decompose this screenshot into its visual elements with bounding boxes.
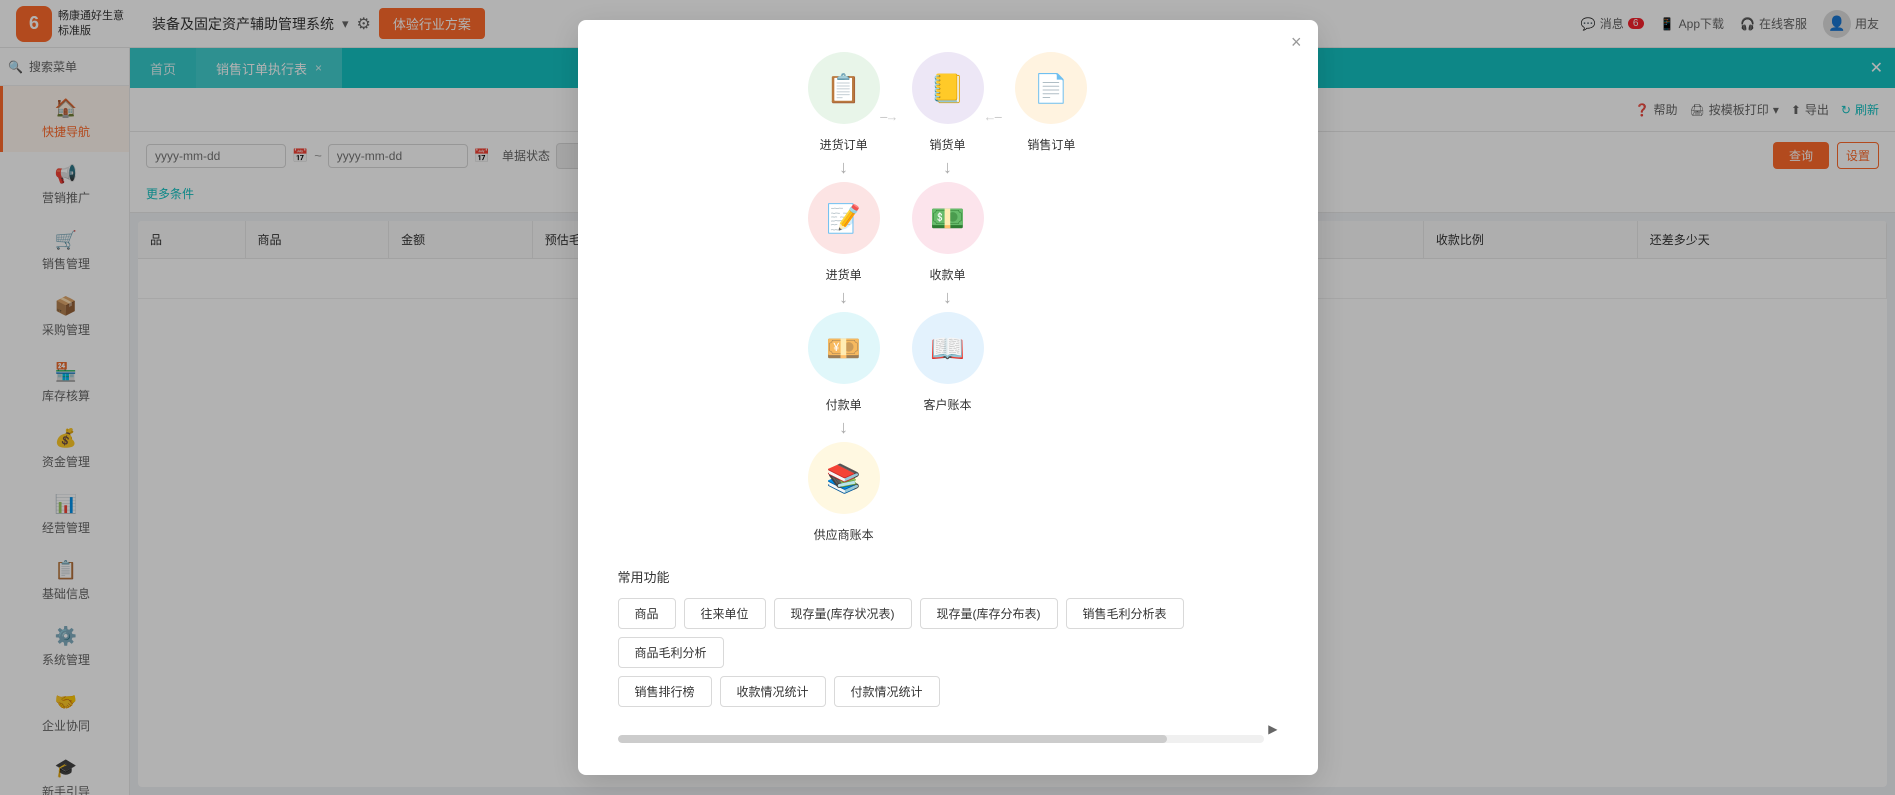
btn-payment-stat[interactable]: 付款情况统计 [834,676,940,707]
arrow-column-right: ← - - - [984,52,1000,152]
flow-node-purchase-order[interactable]: 📋 进货订单 [808,52,880,153]
flow-node-supplier-ledger[interactable]: 📚 供应商账本 [808,442,880,543]
arrow-down-5: ↓ [943,287,952,308]
supplier-ledger-icon: 📚 [826,462,861,495]
h-arrow-right: ← - - - [984,80,1000,152]
modal-overlay[interactable]: × 📋 进货订单 ↓ 📝 进货单 ↓ [0,0,1895,795]
flow-node-sale-bill[interactable]: 📒 销货单 [912,52,984,153]
sale-bill-circle: 📒 [912,52,984,124]
sale-order-label: 销售订单 [1027,136,1075,153]
payment-label: 付款单 [826,396,862,413]
flow-node-payment[interactable]: 💴 付款单 [808,312,880,413]
flow-node-sale-order[interactable]: 📄 销售订单 [1015,52,1087,153]
btn-sales-rank[interactable]: 销售排行榜 [618,676,712,707]
dotted-arrow-right: - - - → [880,109,896,124]
flow-diagram: 📋 进货订单 ↓ 📝 进货单 ↓ 💴 付款单 [618,52,1278,543]
modal-scroll-container: ▶ [618,715,1278,743]
arrow-down-3: ↓ [839,417,848,438]
purchase-bill-icon: 📝 [826,202,861,235]
purchase-order-icon: 📋 [826,72,861,105]
sale-order-icon: 📄 [1034,72,1069,105]
arrow-column-left: - - - → [880,52,896,152]
sale-order-circle: 📄 [1015,52,1087,124]
flow-node-customer-ledger[interactable]: 📖 客户账本 [912,312,984,413]
common-section: 常用功能 商品 往来单位 现存量(库存状况表) 现存量(库存分布表) 销售毛利分… [618,567,1278,707]
purchase-order-label: 进货订单 [820,136,868,153]
sale-bill-label: 销货单 [929,136,965,153]
common-section-title: 常用功能 [618,567,1278,586]
receipt-icon: 💵 [930,202,965,235]
scroll-right-arrow[interactable]: ▶ [1268,722,1277,736]
right-flow-column: 📄 销售订单 [1015,52,1087,153]
btn-stock-dist[interactable]: 现存量(库存分布表) [920,598,1058,629]
btn-partner[interactable]: 往来单位 [684,598,766,629]
btn-product-profit[interactable]: 商品毛利分析 [618,637,724,668]
purchase-order-circle: 📋 [808,52,880,124]
modal-scrollbar-thumb [618,735,1168,743]
sale-bill-icon: 📒 [930,72,965,105]
btn-receipt-stat[interactable]: 收款情况统计 [720,676,826,707]
modal-scrollbar[interactable] [618,735,1265,743]
middle-left-flow-column: 📒 销货单 ↓ 💵 收款单 ↓ 📖 客户账本 [912,52,984,413]
customer-ledger-circle: 📖 [912,312,984,384]
payment-icon: 💴 [826,332,861,365]
modal-close-button[interactable]: × [1291,32,1302,53]
flow-node-purchase-bill[interactable]: 📝 进货单 [808,182,880,283]
btn-product[interactable]: 商品 [618,598,676,629]
customer-ledger-label: 客户账本 [923,396,971,413]
flow-modal: × 📋 进货订单 ↓ 📝 进货单 ↓ [578,20,1318,775]
purchase-bill-circle: 📝 [808,182,880,254]
common-buttons-row1: 商品 往来单位 现存量(库存状况表) 现存量(库存分布表) 销售毛利分析表 商品… [618,598,1278,668]
receipt-circle: 💵 [912,182,984,254]
receipt-label: 收款单 [929,266,965,283]
arrow-down-4: ↓ [943,157,952,178]
arrow-down-1: ↓ [839,157,848,178]
dotted-arrow-left: ← - - - [984,109,1000,124]
purchase-bill-label: 进货单 [826,266,862,283]
flow-node-receipt[interactable]: 💵 收款单 [912,182,984,283]
supplier-ledger-label: 供应商账本 [814,526,874,543]
btn-stock-status[interactable]: 现存量(库存状况表) [774,598,912,629]
h-arrow-left: - - - → [880,80,896,152]
arrow-down-2: ↓ [839,287,848,308]
left-flow-column: 📋 进货订单 ↓ 📝 进货单 ↓ 💴 付款单 [808,52,880,543]
payment-circle: 💴 [808,312,880,384]
btn-sales-profit[interactable]: 销售毛利分析表 [1066,598,1184,629]
common-buttons-row2: 销售排行榜 收款情况统计 付款情况统计 [618,676,1278,707]
supplier-ledger-circle: 📚 [808,442,880,514]
customer-ledger-icon: 📖 [930,332,965,365]
